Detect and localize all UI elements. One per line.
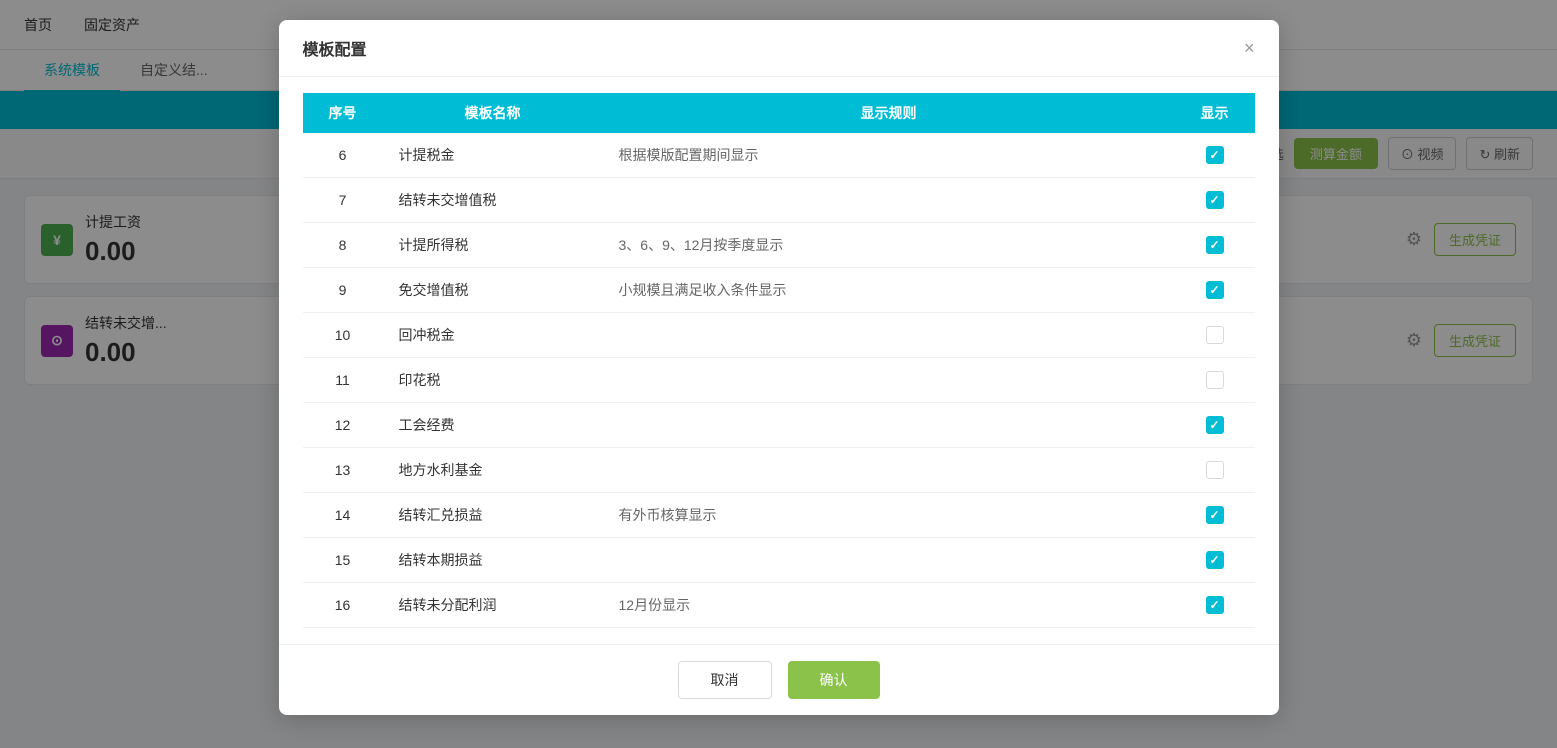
modal-body[interactable]: 序号 模板名称 显示规则 显示 6计提税金根据模版配置期间显示7结转未交增值税8…: [279, 77, 1279, 644]
checkbox-7[interactable]: [1206, 191, 1224, 209]
confirm-button[interactable]: 确认: [788, 661, 880, 699]
cell-name: 免交增值税: [383, 268, 603, 313]
cell-checkbox: [1175, 133, 1255, 178]
checkbox-cell: [1191, 551, 1239, 569]
cell-name: 印花税: [383, 358, 603, 403]
checkbox-cell: [1191, 236, 1239, 254]
table-row: 8计提所得税3、6、9、12月按季度显示: [303, 223, 1255, 268]
cell-checkbox: [1175, 493, 1255, 538]
cell-rule: [603, 358, 1175, 403]
cell-rule: [603, 313, 1175, 358]
cell-id: 7: [303, 178, 383, 223]
template-config-modal: 模板配置 × 序号 模板名称 显示规则 显示 6计提税金根据模版配置期间显示7结…: [279, 20, 1279, 715]
table-row: 10回冲税金: [303, 313, 1255, 358]
checkbox-15[interactable]: [1206, 551, 1224, 569]
cell-rule: 根据模版配置期间显示: [603, 133, 1175, 178]
checkbox-cell: [1191, 146, 1239, 164]
modal-title: 模板配置: [303, 36, 367, 60]
cell-id: 9: [303, 268, 383, 313]
cell-rule: 3、6、9、12月按季度显示: [603, 223, 1175, 268]
cell-id: 11: [303, 358, 383, 403]
cell-name: 结转本期损益: [383, 538, 603, 583]
cell-name: 结转未分配利润: [383, 583, 603, 628]
cell-name: 计提所得税: [383, 223, 603, 268]
checkbox-cell: [1191, 596, 1239, 614]
checkbox-cell: [1191, 416, 1239, 434]
cell-name: 计提税金: [383, 133, 603, 178]
table-body: 6计提税金根据模版配置期间显示7结转未交增值税8计提所得税3、6、9、12月按季…: [303, 133, 1255, 628]
table-row: 16结转未分配利润12月份显示: [303, 583, 1255, 628]
checkbox-10[interactable]: [1206, 326, 1224, 344]
modal-header: 模板配置 ×: [279, 20, 1279, 77]
checkbox-cell: [1191, 371, 1239, 389]
cell-name: 回冲税金: [383, 313, 603, 358]
table-header-row: 序号 模板名称 显示规则 显示: [303, 93, 1255, 133]
table-row: 13地方水利基金: [303, 448, 1255, 493]
checkbox-cell: [1191, 191, 1239, 209]
cell-rule: [603, 178, 1175, 223]
cancel-button[interactable]: 取消: [678, 661, 772, 699]
cell-id: 8: [303, 223, 383, 268]
table-row: 11印花税: [303, 358, 1255, 403]
cell-name: 地方水利基金: [383, 448, 603, 493]
cell-name: 结转汇兑损益: [383, 493, 603, 538]
cell-checkbox: [1175, 313, 1255, 358]
checkbox-cell: [1191, 506, 1239, 524]
cell-checkbox: [1175, 358, 1255, 403]
cell-id: 12: [303, 403, 383, 448]
cell-id: 13: [303, 448, 383, 493]
table-row: 15结转本期损益: [303, 538, 1255, 583]
col-header-id: 序号: [303, 93, 383, 133]
modal-footer: 取消 确认: [279, 644, 1279, 715]
col-header-show: 显示: [1175, 93, 1255, 133]
cell-checkbox: [1175, 223, 1255, 268]
table-row: 12工会经费: [303, 403, 1255, 448]
table-row: 7结转未交增值税: [303, 178, 1255, 223]
checkbox-cell: [1191, 326, 1239, 344]
cell-id: 6: [303, 133, 383, 178]
cell-rule: [603, 448, 1175, 493]
config-table: 序号 模板名称 显示规则 显示 6计提税金根据模版配置期间显示7结转未交增值税8…: [303, 93, 1255, 628]
table-head: 序号 模板名称 显示规则 显示: [303, 93, 1255, 133]
checkbox-12[interactable]: [1206, 416, 1224, 434]
checkbox-16[interactable]: [1206, 596, 1224, 614]
cell-id: 14: [303, 493, 383, 538]
checkbox-14[interactable]: [1206, 506, 1224, 524]
table-row: 6计提税金根据模版配置期间显示: [303, 133, 1255, 178]
cell-rule: 12月份显示: [603, 583, 1175, 628]
cell-checkbox: [1175, 178, 1255, 223]
cell-rule: [603, 538, 1175, 583]
table-row: 9免交增值税小规模且满足收入条件显示: [303, 268, 1255, 313]
cell-name: 工会经费: [383, 403, 603, 448]
table-row: 14结转汇兑损益有外币核算显示: [303, 493, 1255, 538]
cell-id: 15: [303, 538, 383, 583]
cell-rule: 有外币核算显示: [603, 493, 1175, 538]
checkbox-cell: [1191, 281, 1239, 299]
checkbox-8[interactable]: [1206, 236, 1224, 254]
cell-checkbox: [1175, 538, 1255, 583]
cell-id: 16: [303, 583, 383, 628]
cell-checkbox: [1175, 268, 1255, 313]
modal-close-button[interactable]: ×: [1244, 39, 1255, 57]
col-header-rule: 显示规则: [603, 93, 1175, 133]
cell-name: 结转未交增值税: [383, 178, 603, 223]
modal-overlay: 模板配置 × 序号 模板名称 显示规则 显示 6计提税金根据模版配置期间显示7结…: [0, 0, 1557, 748]
checkbox-9[interactable]: [1206, 281, 1224, 299]
checkbox-cell: [1191, 461, 1239, 479]
cell-checkbox: [1175, 403, 1255, 448]
cell-rule: [603, 403, 1175, 448]
checkbox-13[interactable]: [1206, 461, 1224, 479]
cell-id: 10: [303, 313, 383, 358]
checkbox-11[interactable]: [1206, 371, 1224, 389]
checkbox-6[interactable]: [1206, 146, 1224, 164]
cell-checkbox: [1175, 448, 1255, 493]
cell-checkbox: [1175, 583, 1255, 628]
col-header-name: 模板名称: [383, 93, 603, 133]
cell-rule: 小规模且满足收入条件显示: [603, 268, 1175, 313]
